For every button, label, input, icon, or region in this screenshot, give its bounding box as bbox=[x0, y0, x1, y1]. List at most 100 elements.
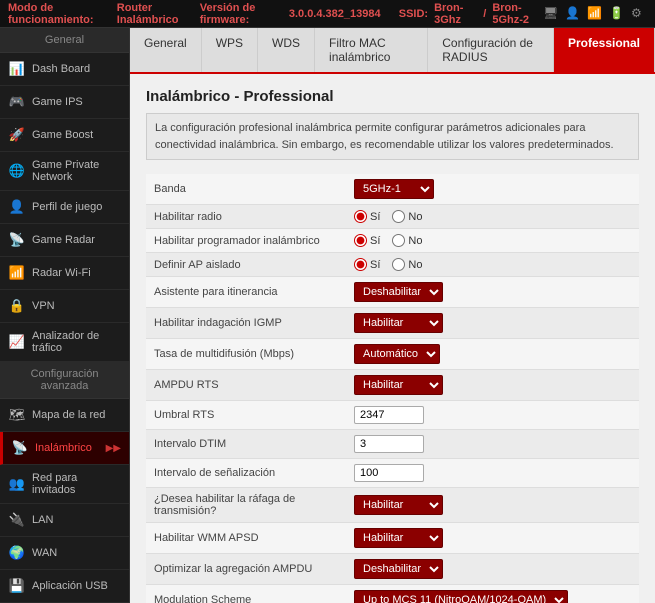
field-label-4: Asistente para itinerancia bbox=[146, 277, 346, 308]
ssid-2g[interactable]: Bron-3Ghz bbox=[434, 2, 477, 26]
tab-filtromac[interactable]: Filtro MAC inalámbrico bbox=[315, 28, 428, 72]
sidebar-item-aplicacionusb[interactable]: 💾 Aplicación USB bbox=[0, 570, 129, 603]
sidebar-item-mapa[interactable]: 🗺 Mapa de la red bbox=[0, 399, 129, 432]
sidebar-item-inalambrico[interactable]: 📡 Inalámbrico ▶▶ bbox=[0, 432, 129, 465]
radio-group-3: Sí No bbox=[354, 258, 631, 271]
field-control-11[interactable]: HabilitarDeshabilitar bbox=[346, 488, 639, 523]
radio-input-1-1[interactable] bbox=[392, 210, 405, 223]
select-13[interactable]: DeshabilitarHabilitar bbox=[354, 559, 443, 579]
sidebar-item-gameradar[interactable]: 📡 Game Radar bbox=[0, 224, 129, 257]
radio-group-1: Sí No bbox=[354, 210, 631, 223]
radio-input-2-0[interactable] bbox=[354, 234, 367, 247]
table-row: Habilitar WMM APSD HabilitarDeshabilitar bbox=[146, 523, 639, 554]
field-control-3[interactable]: Sí No bbox=[346, 253, 639, 277]
radio-option-2-1[interactable]: No bbox=[392, 234, 422, 247]
field-label-12: Habilitar WMM APSD bbox=[146, 523, 346, 554]
select-5[interactable]: HabilitarDeshabilitar bbox=[354, 313, 443, 333]
text-input-9[interactable] bbox=[354, 435, 424, 453]
field-control-6[interactable]: Automático125.511 bbox=[346, 339, 639, 370]
select-14[interactable]: Up to MCS 11 (NitroQAM/1024-QAM)Up to MC… bbox=[354, 590, 568, 603]
radio-option-2-0[interactable]: Sí bbox=[354, 234, 380, 247]
sidebar-item-gameboost[interactable]: 🚀 Game Boost bbox=[0, 119, 129, 152]
person-icon: 👤 bbox=[565, 6, 581, 22]
mode-label: Modo de funcionamiento: bbox=[8, 2, 111, 26]
wifi-icon: 📶 bbox=[587, 6, 603, 22]
ssid-5g[interactable]: Bron-5Ghz-2 bbox=[492, 2, 543, 26]
table-row: Definir AP aisladoSíNo bbox=[146, 253, 639, 277]
field-control-10[interactable] bbox=[346, 459, 639, 488]
field-control-9[interactable] bbox=[346, 430, 639, 459]
table-row: Asistente para itinerancia DeshabilitarHa… bbox=[146, 277, 639, 308]
tab-wds[interactable]: WDS bbox=[258, 28, 315, 72]
sidebar-item-vpn[interactable]: 🔒 VPN bbox=[0, 290, 129, 323]
select-4[interactable]: DeshabilitarHabilitar bbox=[354, 282, 443, 302]
gameradar-icon: 📡 bbox=[8, 231, 26, 249]
gameips-icon: 🎮 bbox=[8, 93, 26, 111]
vpn-icon: 🔒 bbox=[8, 297, 26, 315]
sidebar-label-analizador: Analizador de tráfico bbox=[32, 330, 121, 354]
field-control-1[interactable]: Sí No bbox=[346, 205, 639, 229]
inalambrico-arrow: ▶▶ bbox=[106, 443, 121, 454]
field-label-1: Habilitar radio bbox=[146, 205, 346, 229]
radio-input-2-1[interactable] bbox=[392, 234, 405, 247]
main-layout: General 📊 Dash Board 🎮 Game IPS 🚀 Game B… bbox=[0, 28, 655, 603]
table-row: Modulation SchemeUp to MCS 11 (NitroQAM/… bbox=[146, 585, 639, 603]
radio-input-1-0[interactable] bbox=[354, 210, 367, 223]
sidebar-item-wan[interactable]: 🌍 WAN bbox=[0, 537, 129, 570]
inalambrico-icon: 📡 bbox=[11, 439, 29, 457]
field-label-2: Habilitar programador inalámbrico bbox=[146, 229, 346, 253]
field-control-7[interactable]: HabilitarDeshabilitar bbox=[346, 370, 639, 401]
table-row: Optimizar la agregación AMPDUDeshabilita… bbox=[146, 554, 639, 585]
field-label-5: Habilitar indagación IGMP bbox=[146, 308, 346, 339]
tab-radius[interactable]: Configuración de RADIUS bbox=[428, 28, 554, 72]
field-control-5[interactable]: HabilitarDeshabilitar bbox=[346, 308, 639, 339]
text-input-10[interactable] bbox=[354, 464, 424, 482]
lan-icon: 🔌 bbox=[8, 511, 26, 529]
mapa-icon: 🗺 bbox=[8, 406, 26, 424]
gameprivatenetwork-icon: 🌐 bbox=[8, 162, 26, 180]
wan-icon: 🌍 bbox=[8, 544, 26, 562]
select-12[interactable]: HabilitarDeshabilitar bbox=[354, 528, 443, 548]
sidebar-label-gameradar: Game Radar bbox=[32, 234, 95, 246]
table-row: Habilitar indagación IGMP HabilitarDeshab… bbox=[146, 308, 639, 339]
sidebar-item-gameips[interactable]: 🎮 Game IPS bbox=[0, 86, 129, 119]
select-7[interactable]: HabilitarDeshabilitar bbox=[354, 375, 443, 395]
field-control-12[interactable]: HabilitarDeshabilitar bbox=[346, 523, 639, 554]
radio-input-3-1[interactable] bbox=[392, 258, 405, 271]
table-row: Habilitar programador inalámbrico Sí No bbox=[146, 229, 639, 253]
field-label-9: Intervalo DTIM bbox=[146, 430, 346, 459]
sidebar-item-redinvitados[interactable]: 👥 Red para invitados bbox=[0, 465, 129, 504]
tab-wps[interactable]: WPS bbox=[202, 28, 258, 72]
table-row: Habilitar radio Sí No bbox=[146, 205, 639, 229]
sidebar-item-dashboard[interactable]: 📊 Dash Board bbox=[0, 53, 129, 86]
table-row: Tasa de multidifusión (Mbps)Automático12… bbox=[146, 339, 639, 370]
content-area: Inalámbrico - Professional La configurac… bbox=[130, 74, 655, 603]
radio-option-3-0[interactable]: Sí bbox=[354, 258, 380, 271]
radio-input-3-0[interactable] bbox=[354, 258, 367, 271]
field-control-0[interactable]: 5GHz-15GHz-22.4GHz bbox=[346, 174, 639, 205]
settings-icon[interactable]: ⚙ bbox=[631, 6, 647, 22]
mode-value[interactable]: Router Inalámbrico bbox=[117, 2, 194, 26]
tab-general[interactable]: General bbox=[130, 28, 202, 72]
select-0[interactable]: 5GHz-15GHz-22.4GHz bbox=[354, 179, 434, 199]
select-11[interactable]: HabilitarDeshabilitar bbox=[354, 495, 443, 515]
select-6[interactable]: Automático125.511 bbox=[354, 344, 440, 364]
sidebar-item-lan[interactable]: 🔌 LAN bbox=[0, 504, 129, 537]
radio-option-1-0[interactable]: Sí bbox=[354, 210, 380, 223]
sidebar-item-analizador[interactable]: 📈 Analizador de tráfico bbox=[0, 323, 129, 362]
field-control-14[interactable]: Up to MCS 11 (NitroQAM/1024-QAM)Up to MC… bbox=[346, 585, 639, 603]
text-input-8[interactable] bbox=[354, 406, 424, 424]
field-control-8[interactable] bbox=[346, 401, 639, 430]
radio-option-3-1[interactable]: No bbox=[392, 258, 422, 271]
field-control-13[interactable]: DeshabilitarHabilitar bbox=[346, 554, 639, 585]
field-control-2[interactable]: Sí No bbox=[346, 229, 639, 253]
sidebar-item-radarwifi[interactable]: 📶 Radar Wi-Fi bbox=[0, 257, 129, 290]
tab-professional[interactable]: Professional bbox=[554, 28, 655, 72]
aplicacionusb-icon: 💾 bbox=[8, 577, 26, 595]
field-label-0: Banda bbox=[146, 174, 346, 205]
sidebar-item-gameprivatenetwork[interactable]: 🌐 Game Private Network bbox=[0, 152, 129, 191]
sidebar-item-perfildjuego[interactable]: 👤 Perfil de juego bbox=[0, 191, 129, 224]
analizador-icon: 📈 bbox=[8, 333, 26, 351]
field-control-4[interactable]: DeshabilitarHabilitar bbox=[346, 277, 639, 308]
radio-option-1-1[interactable]: No bbox=[392, 210, 422, 223]
